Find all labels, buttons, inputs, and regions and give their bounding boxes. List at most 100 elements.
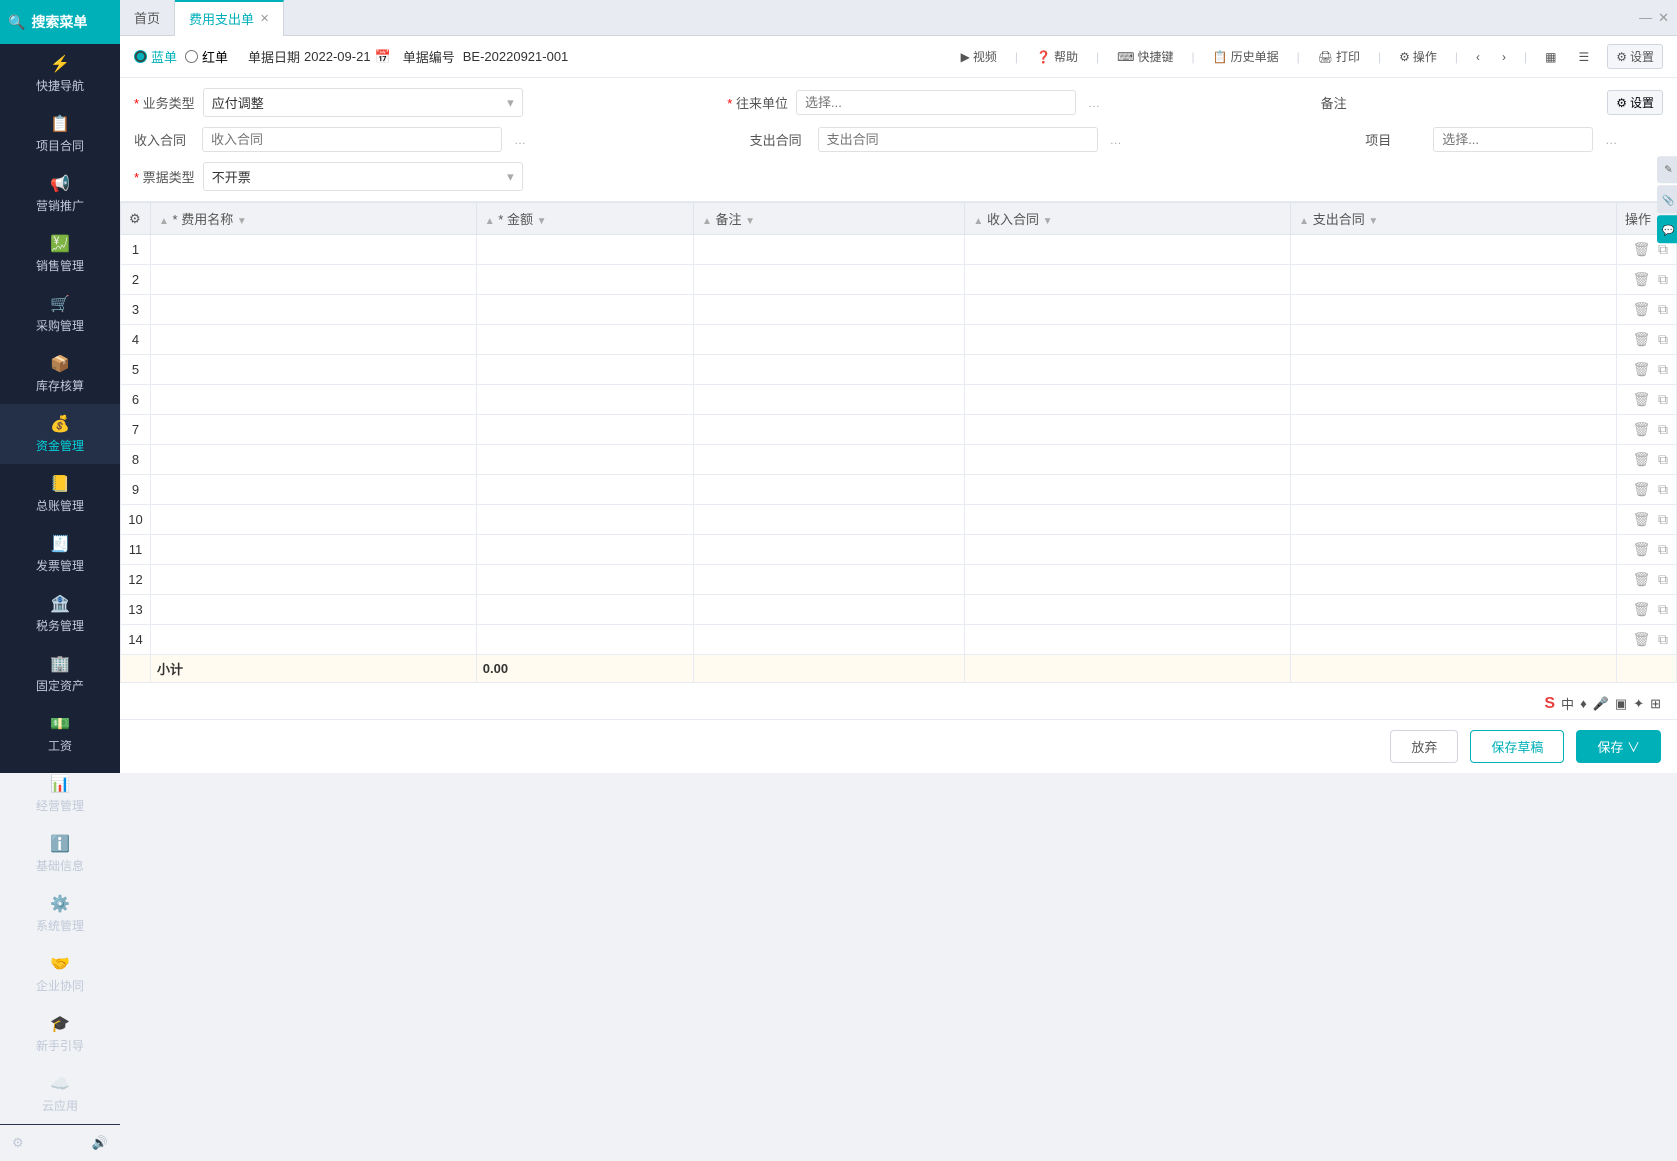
row-name[interactable] xyxy=(151,415,477,445)
row-income-contract[interactable] xyxy=(965,355,1291,385)
row-income-contract[interactable] xyxy=(965,505,1291,535)
copy-row-btn[interactable]: ⧉ xyxy=(1656,449,1670,470)
prev-btn[interactable]: ‹ xyxy=(1472,48,1484,66)
sidebar-item-inventory[interactable]: 📦 库存核算 xyxy=(0,344,120,404)
save-draft-button[interactable]: 保存草稿 xyxy=(1470,730,1564,763)
row-note[interactable] xyxy=(693,475,964,505)
next-btn[interactable]: › xyxy=(1498,48,1510,66)
row-note[interactable] xyxy=(693,595,964,625)
edge-tab-1[interactable]: ✎ xyxy=(1657,156,1677,183)
col-gear-header[interactable]: ⚙ xyxy=(121,203,151,235)
row-name[interactable] xyxy=(151,295,477,325)
row-income-contract[interactable] xyxy=(965,265,1291,295)
volume-icon[interactable]: 🔊 xyxy=(92,1135,108,1151)
income-contract-input[interactable] xyxy=(202,127,502,152)
copy-row-btn[interactable]: ⧉ xyxy=(1656,599,1670,620)
row-amount[interactable] xyxy=(476,565,693,595)
row-note[interactable] xyxy=(693,535,964,565)
row-income-contract[interactable] xyxy=(965,385,1291,415)
row-amount[interactable] xyxy=(476,445,693,475)
row-income-contract[interactable] xyxy=(965,325,1291,355)
delete-row-btn[interactable]: 🗑 xyxy=(1631,269,1653,290)
copy-row-btn[interactable]: ⧉ xyxy=(1656,269,1670,290)
delete-row-btn[interactable]: 🗑 xyxy=(1631,329,1653,350)
row-amount[interactable] xyxy=(476,415,693,445)
delete-row-btn[interactable]: 🗑 xyxy=(1631,419,1653,440)
expense-contract-dots[interactable]: … xyxy=(1106,133,1126,147)
sidebar-item-capital[interactable]: 💰 资金管理 xyxy=(0,404,120,464)
date-value[interactable]: 2022-09-21 xyxy=(304,49,371,64)
set-button[interactable]: ⚙ 设置 xyxy=(1607,44,1663,69)
row-income-contract[interactable] xyxy=(965,565,1291,595)
sidebar-item-cloud[interactable]: ☁️ 云应用 xyxy=(0,1064,120,1124)
row-expense-contract[interactable] xyxy=(1291,235,1617,265)
tool-icon-6[interactable]: ⊞ xyxy=(1650,696,1661,712)
sidebar-item-invoice[interactable]: 🧾 发票管理 xyxy=(0,524,120,584)
tool-icon-4[interactable]: ▣ xyxy=(1615,696,1627,712)
sidebar-item-basic[interactable]: ℹ️ 基础信息 xyxy=(0,824,120,884)
row-income-contract[interactable] xyxy=(965,235,1291,265)
list-view-btn[interactable]: ☰ xyxy=(1574,48,1593,66)
calendar-icon[interactable]: 📅 xyxy=(375,49,391,65)
sidebar-item-project[interactable]: 📋 项目合同 xyxy=(0,104,120,164)
print-btn[interactable]: 🖨 打印 xyxy=(1314,46,1364,67)
tool-icon-1[interactable]: 中 xyxy=(1561,694,1574,713)
col-amount-header[interactable]: ▲ * 金额 ▼ xyxy=(476,203,693,235)
blue-bill-radio[interactable]: 蓝单 xyxy=(134,47,177,66)
blue-bill-input[interactable] xyxy=(134,50,147,63)
row-note[interactable] xyxy=(693,355,964,385)
row-note[interactable] xyxy=(693,295,964,325)
row-amount[interactable] xyxy=(476,475,693,505)
delete-row-btn[interactable]: 🗑 xyxy=(1631,449,1653,470)
row-amount[interactable] xyxy=(476,535,693,565)
sidebar-item-marketing[interactable]: 📢 营销推广 xyxy=(0,164,120,224)
sidebar-item-sales[interactable]: 💹 销售管理 xyxy=(0,224,120,284)
copy-row-btn[interactable]: ⧉ xyxy=(1656,569,1670,590)
row-name[interactable] xyxy=(151,505,477,535)
row-amount[interactable] xyxy=(476,235,693,265)
delete-row-btn[interactable]: 🗑 xyxy=(1631,299,1653,320)
counterpart-input[interactable] xyxy=(796,90,1076,115)
set-button-right[interactable]: ⚙ 设置 xyxy=(1607,90,1663,115)
row-name[interactable] xyxy=(151,565,477,595)
row-note[interactable] xyxy=(693,505,964,535)
expense-contract-input[interactable] xyxy=(818,127,1098,152)
project-dots[interactable]: … xyxy=(1601,133,1621,147)
row-name[interactable] xyxy=(151,325,477,355)
row-amount[interactable] xyxy=(476,595,693,625)
row-note[interactable] xyxy=(693,325,964,355)
sidebar-item-system[interactable]: ⚙️ 系统管理 xyxy=(0,884,120,944)
row-income-contract[interactable] xyxy=(965,595,1291,625)
counterpart-dots[interactable]: … xyxy=(1084,96,1104,110)
tool-icon-3[interactable]: 🎤 xyxy=(1593,696,1609,712)
abandon-button[interactable]: 放弃 xyxy=(1390,730,1458,763)
row-amount[interactable] xyxy=(476,325,693,355)
tab-expense[interactable]: 费用支出单 ✕ xyxy=(175,0,284,36)
row-income-contract[interactable] xyxy=(965,415,1291,445)
edge-tab-3[interactable]: 💬 xyxy=(1657,216,1677,244)
row-income-contract[interactable] xyxy=(965,535,1291,565)
delete-row-btn[interactable]: 🗑 xyxy=(1631,509,1653,530)
copy-row-btn[interactable]: ⧉ xyxy=(1656,299,1670,320)
row-amount[interactable] xyxy=(476,385,693,415)
row-amount[interactable] xyxy=(476,625,693,655)
row-expense-contract[interactable] xyxy=(1291,475,1617,505)
copy-row-btn[interactable]: ⧉ xyxy=(1656,389,1670,410)
row-note[interactable] xyxy=(693,265,964,295)
red-bill-radio[interactable]: 红单 xyxy=(185,47,228,66)
col-expense-header[interactable]: ▲ 支出合同 ▼ xyxy=(1291,203,1617,235)
row-amount[interactable] xyxy=(476,265,693,295)
row-expense-contract[interactable] xyxy=(1291,295,1617,325)
row-amount[interactable] xyxy=(476,505,693,535)
row-name[interactable] xyxy=(151,265,477,295)
row-note[interactable] xyxy=(693,625,964,655)
invoice-type-select[interactable]: 不开票 ▾ xyxy=(203,162,523,191)
sidebar-item-purchase[interactable]: 🛒 采购管理 xyxy=(0,284,120,344)
project-input[interactable] xyxy=(1433,127,1593,152)
sidebar-item-tax[interactable]: 🏦 税务管理 xyxy=(0,584,120,644)
row-amount[interactable] xyxy=(476,295,693,325)
row-expense-contract[interactable] xyxy=(1291,505,1617,535)
row-expense-contract[interactable] xyxy=(1291,565,1617,595)
row-name[interactable] xyxy=(151,355,477,385)
row-name[interactable] xyxy=(151,235,477,265)
